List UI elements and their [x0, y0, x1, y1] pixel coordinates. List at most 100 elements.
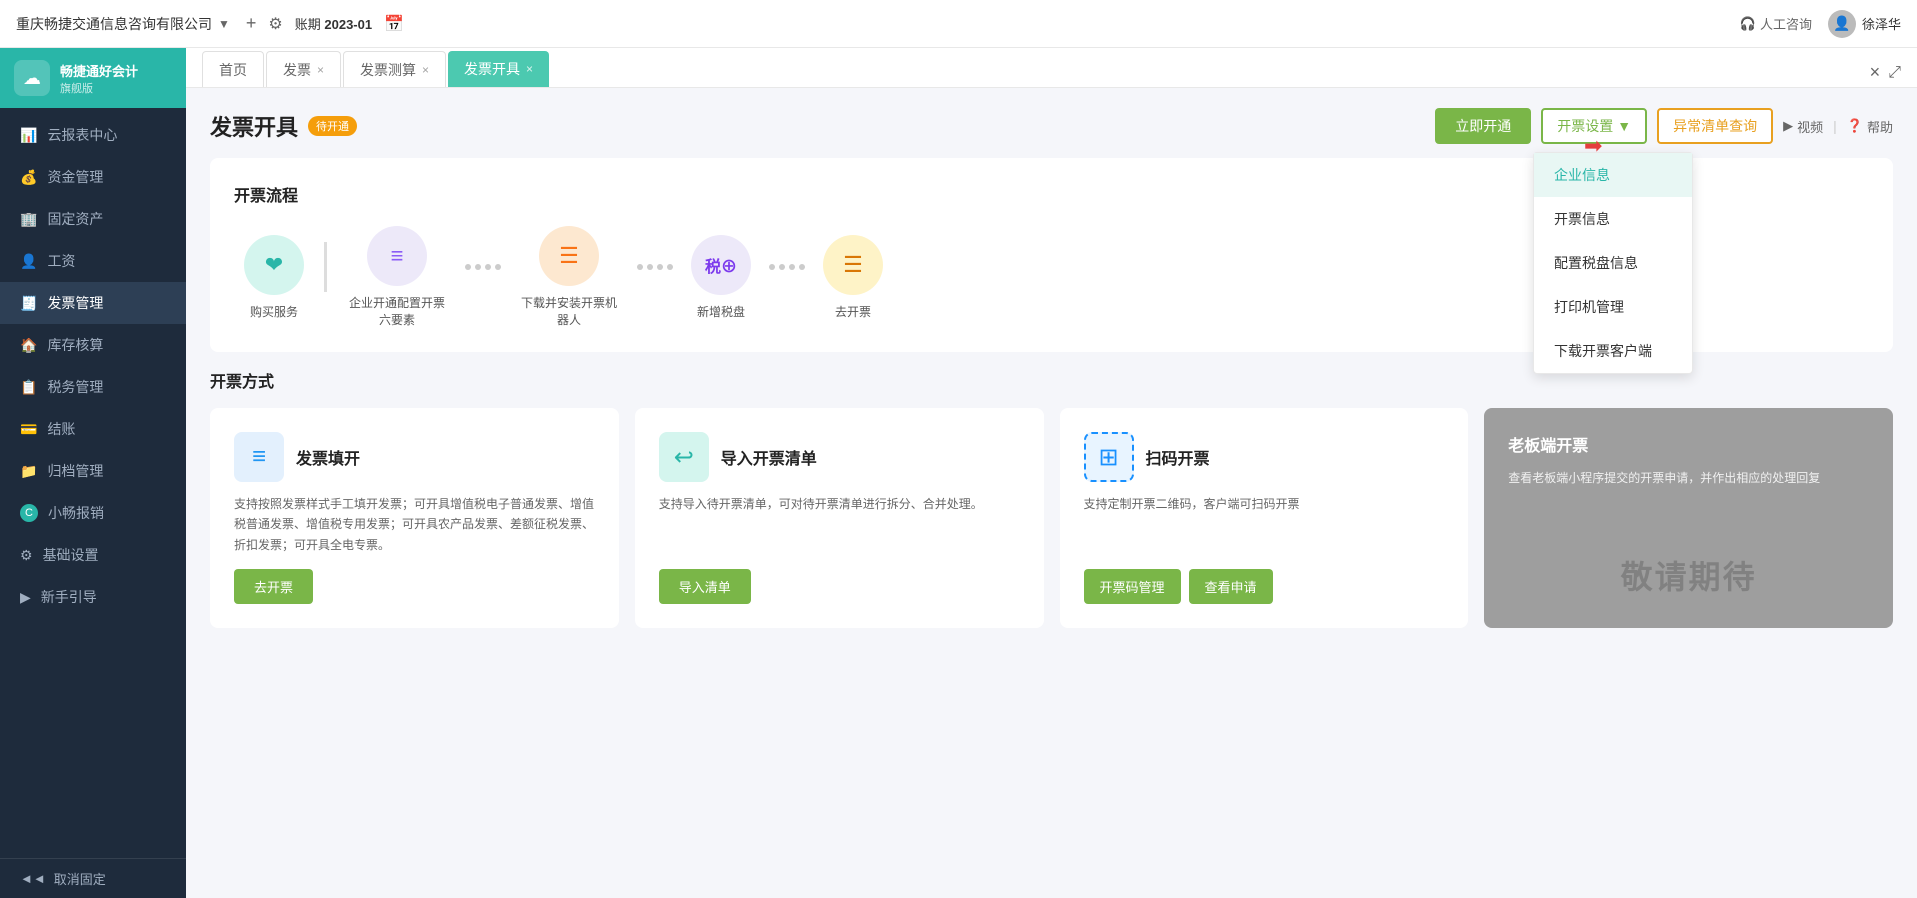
tax-icon: 📋	[20, 379, 37, 396]
add-icon[interactable]: +	[246, 13, 257, 34]
logo-icon: ☁	[14, 60, 50, 96]
step-separator-1	[324, 242, 327, 292]
tab-invoice-test[interactable]: 发票测算 ×	[343, 51, 446, 87]
method-card-boss: 老板端开票 查看老板端小程序提交的开票申请，并作出相应的处理回复 敬请期待	[1484, 408, 1893, 628]
tab-invoice-open-label: 发票开具	[464, 59, 520, 79]
scan-invoice-title: 扫码开票	[1146, 445, 1210, 469]
tab-expand-button[interactable]: ⤢	[1888, 64, 1901, 82]
dropdown-item-company-info[interactable]: 企业信息	[1534, 153, 1692, 197]
fixed-assets-icon: 🏢	[20, 211, 37, 228]
flow-step-config-label: 企业开通配置开票六要素	[347, 294, 447, 328]
method-card-fill: ≡ 发票填开 支持按照发票样式手工填开发票；可开具增值税电子普通发票、增值税普通…	[210, 408, 619, 628]
status-badge: 待开通	[308, 116, 357, 136]
payroll-icon: 👤	[20, 253, 37, 270]
sidebar-item-inventory[interactable]: 🏠 库存核算	[0, 324, 186, 366]
sidebar-item-settings[interactable]: ⚙ 基础设置	[0, 534, 186, 576]
sidebar: ☁ 畅捷通好会计 旗舰版 📊 云报表中心 💰 资金管理 🏢 固定资产 👤 工资	[0, 48, 186, 898]
flow-step-config: ≡ 企业开通配置开票六要素	[337, 226, 457, 328]
help-button[interactable]: 🎧 人工咨询	[1740, 14, 1812, 33]
scan-invoice-icon: ⊞	[1084, 432, 1134, 482]
company-selector[interactable]: 重庆畅捷交通信息咨询有限公司 ▼	[16, 14, 230, 34]
activate-button[interactable]: 立即开通	[1435, 108, 1531, 144]
settings-icon[interactable]: ⚙	[268, 14, 282, 34]
settings-dropdown: ➡ 企业信息 开票信息 配置税盘信息 打印机管理 下载开票客户端	[1533, 152, 1693, 374]
invoice-mgmt-icon: 🧾	[20, 295, 37, 312]
go-invoice-icon: ☰	[843, 252, 863, 278]
method-card-import: ↩ 导入开票清单 支持导入待开票清单，可对待开票清单进行拆分、合并处理。 导入清…	[635, 408, 1044, 628]
boss-invoice-title: 老板端开票	[1508, 432, 1869, 456]
connector-1	[465, 264, 501, 270]
sidebar-item-archive[interactable]: 📁 归档管理	[0, 450, 186, 492]
sidebar-menu: 📊 云报表中心 💰 资金管理 🏢 固定资产 👤 工资 🧾 发票管理 🏠	[0, 108, 186, 858]
settings-chevron-icon: ▼	[1617, 118, 1631, 134]
archive-icon: 📁	[20, 463, 37, 480]
tab-invoice-label: 发票	[283, 60, 311, 80]
tab-invoice-open-close[interactable]: ×	[526, 62, 533, 76]
cloud-report-icon: 📊	[20, 127, 37, 144]
scan-invoice-btn1[interactable]: 开票码管理	[1084, 569, 1181, 604]
dropdown-item-printer[interactable]: 打印机管理	[1534, 285, 1692, 329]
period-label: 账期 2023-01	[295, 14, 372, 33]
import-invoice-desc: 支持导入待开票清单，可对待开票清单进行拆分、合并处理。	[659, 494, 1020, 557]
flow-step-tax: 税⊕ 新增税盘	[681, 235, 761, 320]
flow-step-go-invoice-label: 去开票	[835, 303, 871, 320]
flow-step-buy-label: 购买服务	[250, 303, 298, 320]
tab-invoice-test-close[interactable]: ×	[422, 63, 429, 77]
tab-close-button[interactable]: ×	[1870, 62, 1881, 83]
import-invoice-title: 导入开票清单	[721, 445, 817, 469]
tab-invoice-close[interactable]: ×	[317, 63, 324, 77]
dropdown-item-download-client[interactable]: 下载开票客户端	[1534, 329, 1692, 373]
connector-3	[769, 264, 805, 270]
tab-invoice-test-label: 发票测算	[360, 60, 416, 80]
tab-home[interactable]: 首页	[202, 51, 264, 87]
abnormal-button[interactable]: 异常清单查询	[1657, 108, 1773, 144]
dropdown-item-invoice-info[interactable]: 开票信息	[1534, 197, 1692, 241]
user-avatar-icon: 👤	[1828, 10, 1856, 38]
sidebar-item-settle[interactable]: 💳 结账	[0, 408, 186, 450]
connector-2	[637, 264, 673, 270]
tab-invoice[interactable]: 发票 ×	[266, 51, 341, 87]
page-title: 发票开具	[210, 110, 298, 142]
dropdown-item-tax-config[interactable]: 配置税盘信息	[1534, 241, 1692, 285]
sidebar-collapse[interactable]: ◄◄ 取消固定	[0, 858, 186, 898]
calendar-icon[interactable]: 📅	[384, 14, 404, 34]
flow-step-download: ☰ 下载并安装开票机器人	[509, 226, 629, 328]
sidebar-item-invoice-mgmt[interactable]: 🧾 发票管理	[0, 282, 186, 324]
sidebar-item-tax[interactable]: 📋 税务管理	[0, 366, 186, 408]
user-info[interactable]: 👤 徐泽华	[1828, 10, 1901, 38]
buy-service-icon: ❤	[265, 252, 283, 278]
sidebar-item-payroll[interactable]: 👤 工资	[0, 240, 186, 282]
tab-home-label: 首页	[219, 60, 247, 80]
play-icon: ▶	[1783, 118, 1793, 134]
watermark-text: 敬请期待	[1484, 552, 1893, 598]
chevron-down-icon: ▼	[218, 17, 230, 31]
inventory-icon: 🏠	[20, 337, 37, 354]
fill-invoice-btn[interactable]: 去开票	[234, 569, 313, 604]
logo-sub: 旗舰版	[60, 80, 138, 96]
video-button[interactable]: ▶ 视频	[1783, 117, 1823, 136]
logo-area: ☁ 畅捷通好会计 旗舰版	[0, 48, 186, 108]
fill-invoice-desc: 支持按照发票样式手工填开发票；可开具增值税电子普通发票、增值税普通发票、增值税专…	[234, 494, 595, 557]
sidebar-item-guide[interactable]: ▶ 新手引导	[0, 576, 186, 618]
tab-invoice-open[interactable]: 发票开具 ×	[448, 51, 549, 87]
scan-invoice-btn2[interactable]: 查看申请	[1189, 569, 1273, 604]
guide-icon: ▶	[20, 589, 31, 606]
flow-step-download-label: 下载并安装开票机器人	[519, 294, 619, 328]
logo-text: 畅捷通好会计	[60, 61, 138, 80]
fill-invoice-title: 发票填开	[296, 445, 360, 469]
sidebar-item-xiaochang[interactable]: C 小畅报销	[0, 492, 186, 534]
sidebar-item-fund[interactable]: 💰 资金管理	[0, 156, 186, 198]
divider: |	[1833, 118, 1837, 134]
help-icon: ❓	[1847, 118, 1863, 134]
scan-invoice-desc: 支持定制开票二维码，客户端可扫码开票	[1084, 494, 1445, 557]
user-name: 徐泽华	[1862, 14, 1901, 33]
method-card-scan: ⊞ 扫码开票 支持定制开票二维码，客户端可扫码开票 开票码管理 查看申请	[1060, 408, 1469, 628]
help-page-button[interactable]: ❓ 帮助	[1847, 117, 1893, 136]
sidebar-item-fixed-assets[interactable]: 🏢 固定资产	[0, 198, 186, 240]
import-invoice-btn[interactable]: 导入清单	[659, 569, 751, 604]
sidebar-item-cloud-report[interactable]: 📊 云报表中心	[0, 114, 186, 156]
company-name: 重庆畅捷交通信息咨询有限公司	[16, 14, 212, 34]
xiaochang-icon: C	[20, 504, 38, 522]
flow-step-go-invoice: ☰ 去开票	[813, 235, 893, 320]
settle-icon: 💳	[20, 421, 37, 438]
